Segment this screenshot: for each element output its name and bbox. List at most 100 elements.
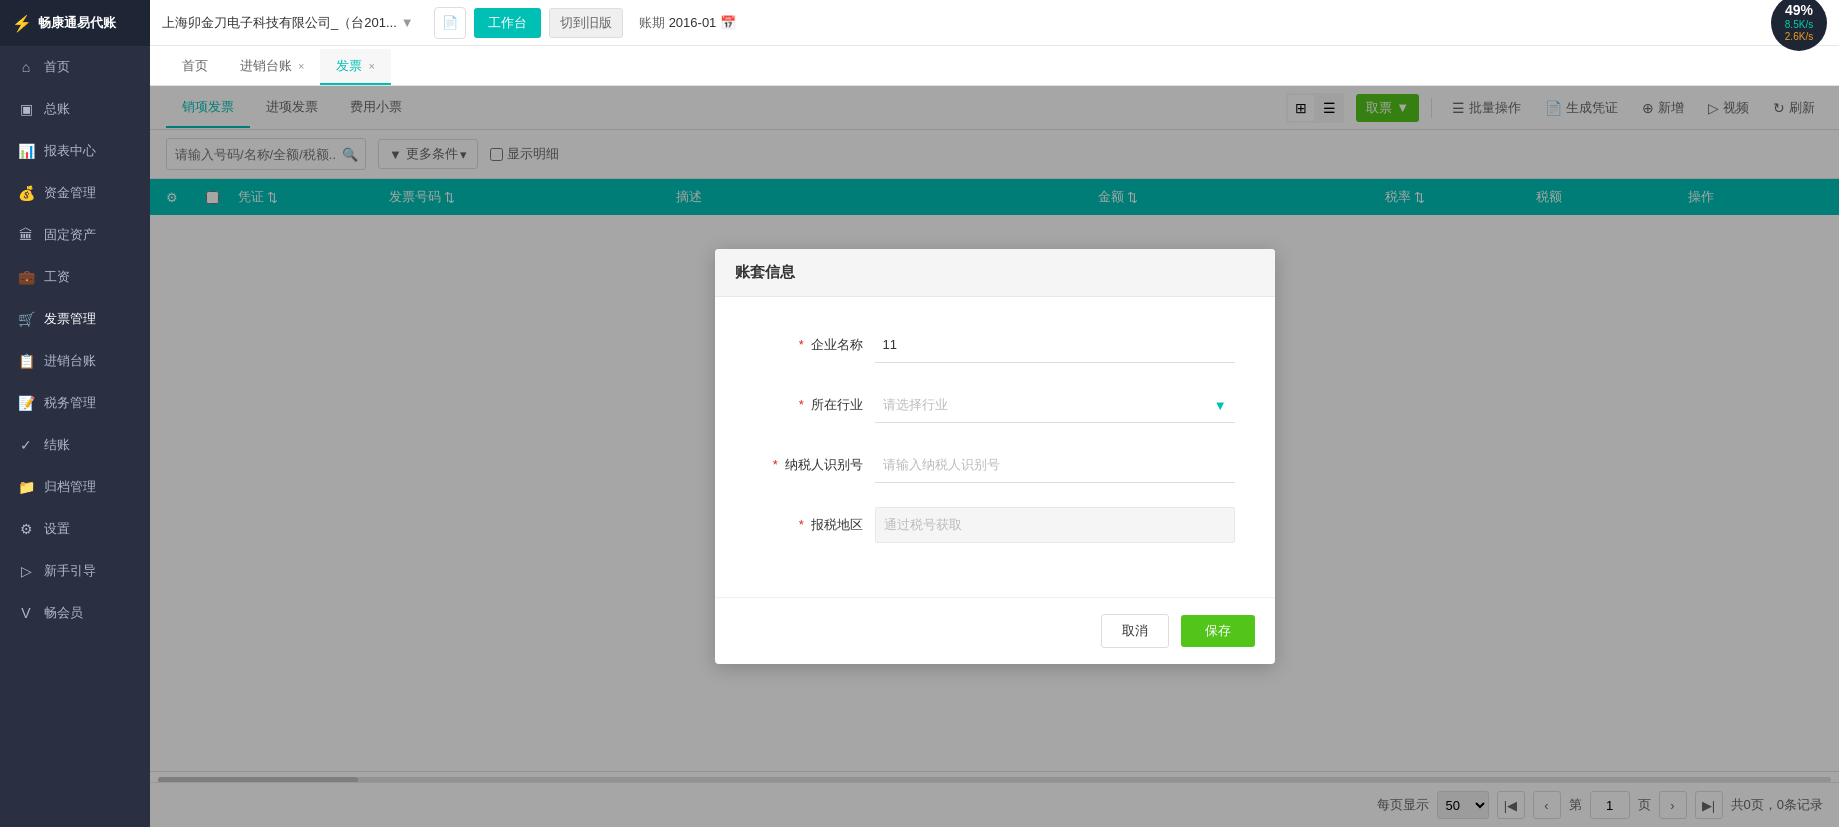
sidebar-item-member[interactable]: V 畅会员 (0, 592, 150, 634)
sidebar-item-home[interactable]: ⌂ 首页 (0, 46, 150, 88)
sidebar-item-label: 报表中心 (44, 142, 96, 160)
main-area: 上海卯金刀电子科技有限公司_（台201... ▼ 📄 工作台 切到旧版 账期 2… (150, 0, 1839, 827)
sidebar-item-ledger[interactable]: ▣ 总账 (0, 88, 150, 130)
sidebar-item-label: 固定资产 (44, 226, 96, 244)
purchase-icon: 📋 (16, 353, 36, 369)
sidebar-item-assets[interactable]: 🏛 固定资产 (0, 214, 150, 256)
assets-icon: 🏛 (16, 227, 36, 243)
doc-icon-button[interactable]: 📄 (434, 7, 466, 39)
speed-down: 2.6K/s (1785, 31, 1813, 43)
sidebar-item-settings[interactable]: ⚙ 设置 (0, 508, 150, 550)
sidebar-item-capital[interactable]: 💰 资金管理 (0, 172, 150, 214)
sidebar-item-label: 畅会员 (44, 604, 83, 622)
ledger-icon: ▣ (16, 101, 36, 117)
dialog-title: 账套信息 (715, 249, 1275, 297)
settle-icon: ✓ (16, 437, 36, 453)
reports-icon: 📊 (16, 143, 36, 159)
tax-region-placeholder: 通过税号获取 (884, 516, 962, 534)
tab-invoice[interactable]: 发票 × (320, 49, 390, 85)
form-row-tax-id: * 纳税人识别号 (755, 447, 1235, 483)
sidebar-item-reports[interactable]: 📊 报表中心 (0, 130, 150, 172)
tabbar: 首页 进销台账 × 发票 × (150, 46, 1839, 86)
label-text-2: 所在行业 (811, 397, 863, 412)
form-row-tax-region: * 报税地区 通过税号获取 (755, 507, 1235, 543)
dialog-account-info: 账套信息 * 企业名称 * (715, 249, 1275, 664)
speed-indicator: 49% 8.5K/s 2.6K/s (1771, 0, 1827, 51)
tab-purchase-label: 进销台账 (240, 57, 292, 75)
calendar-icon[interactable]: 📅 (720, 15, 736, 30)
sidebar-item-label: 税务管理 (44, 394, 96, 412)
sidebar-item-purchase[interactable]: 📋 进销台账 (0, 340, 150, 382)
sidebar-item-label: 新手引导 (44, 562, 96, 580)
speed-up: 8.5K/s (1785, 19, 1813, 31)
guide-icon: ▷ (16, 563, 36, 579)
company-name-input[interactable] (875, 327, 1235, 363)
sidebar-item-archive[interactable]: 📁 归档管理 (0, 466, 150, 508)
sidebar-item-payroll[interactable]: 💼 工资 (0, 256, 150, 298)
sidebar-item-invoice[interactable]: 🛒 发票管理 (0, 298, 150, 340)
tax-icon: 📝 (16, 395, 36, 411)
required-star-2: * (799, 397, 804, 412)
required-star-4: * (799, 517, 804, 532)
form-label-industry: * 所在行业 (755, 396, 875, 414)
logo: ⚡ 畅康通易代账 (0, 0, 150, 46)
sidebar: ⚡ 畅康通易代账 ⌂ 首页 ▣ 总账 📊 报表中心 💰 资金管理 🏛 固定资产 … (0, 0, 150, 827)
workspace-button[interactable]: 工作台 (474, 8, 541, 38)
cancel-button[interactable]: 取消 (1101, 614, 1169, 648)
tax-region-readonly: 通过税号获取 (875, 507, 1235, 543)
form-label-tax-id: * 纳税人识别号 (755, 456, 875, 474)
form-row-industry: * 所在行业 请选择行业 ▼ (755, 387, 1235, 423)
capital-icon: 💰 (16, 185, 36, 201)
tab-home-label: 首页 (182, 57, 208, 75)
tab-invoice-label: 发票 (336, 57, 362, 75)
tab-purchase-close[interactable]: × (298, 60, 304, 72)
company-dropdown-icon: ▼ (401, 15, 414, 30)
form-label-company-name: * 企业名称 (755, 336, 875, 354)
settings-icon: ⚙ (16, 521, 36, 537)
sidebar-item-label: 资金管理 (44, 184, 96, 202)
sidebar-item-label: 首页 (44, 58, 70, 76)
sidebar-item-guide[interactable]: ▷ 新手引导 (0, 550, 150, 592)
dialog-overlay: 账套信息 * 企业名称 * (150, 86, 1839, 827)
company-name: 上海卯金刀电子科技有限公司_（台201... (162, 14, 397, 32)
archive-icon: 📁 (16, 479, 36, 495)
topbar-right: 49% 8.5K/s 2.6K/s (1771, 0, 1827, 51)
dialog-footer: 取消 保存 (715, 597, 1275, 664)
tab-home[interactable]: 首页 (166, 49, 224, 85)
switch-version-button[interactable]: 切到旧版 (549, 8, 623, 38)
speed-percent: 49% (1785, 2, 1813, 19)
label-text-4: 报税地区 (811, 517, 863, 532)
label-text: 企业名称 (811, 337, 863, 352)
sidebar-item-label: 归档管理 (44, 478, 96, 496)
payroll-icon: 💼 (16, 269, 36, 285)
tax-id-input[interactable] (875, 447, 1235, 483)
sidebar-item-label: 发票管理 (44, 310, 96, 328)
tab-purchase[interactable]: 进销台账 × (224, 49, 320, 85)
required-star-3: * (773, 457, 778, 472)
industry-select-wrap: 请选择行业 ▼ (875, 387, 1235, 423)
content-area: 销项发票 进项发票 费用小票 ⊞ ☰ 取票 (150, 86, 1839, 827)
sidebar-item-settle[interactable]: ✓ 结账 (0, 424, 150, 466)
label-text-3: 纳税人识别号 (785, 457, 863, 472)
logo-icon: ⚡ (12, 14, 32, 33)
dialog-body: * 企业名称 * 所在行业 (715, 297, 1275, 597)
sidebar-item-label: 工资 (44, 268, 70, 286)
sidebar-item-label: 进销台账 (44, 352, 96, 370)
save-button[interactable]: 保存 (1181, 615, 1255, 647)
company-selector[interactable]: 上海卯金刀电子科技有限公司_（台201... ▼ (162, 14, 414, 32)
member-icon: V (16, 605, 36, 621)
form-row-company-name: * 企业名称 (755, 327, 1235, 363)
invoice-icon: 🛒 (16, 311, 36, 327)
sidebar-item-label: 设置 (44, 520, 70, 538)
sidebar-item-label: 结账 (44, 436, 70, 454)
topbar: 上海卯金刀电子科技有限公司_（台201... ▼ 📄 工作台 切到旧版 账期 2… (150, 0, 1839, 46)
period-label: 账期 (639, 14, 665, 32)
period-value: 2016-01 (669, 15, 717, 30)
form-label-tax-region: * 报税地区 (755, 516, 875, 534)
logo-text: 畅康通易代账 (38, 14, 116, 32)
document-icon: 📄 (442, 15, 458, 30)
tab-invoice-close[interactable]: × (368, 60, 374, 72)
sidebar-item-tax[interactable]: 📝 税务管理 (0, 382, 150, 424)
required-star: * (799, 337, 804, 352)
industry-select[interactable]: 请选择行业 (875, 387, 1235, 423)
